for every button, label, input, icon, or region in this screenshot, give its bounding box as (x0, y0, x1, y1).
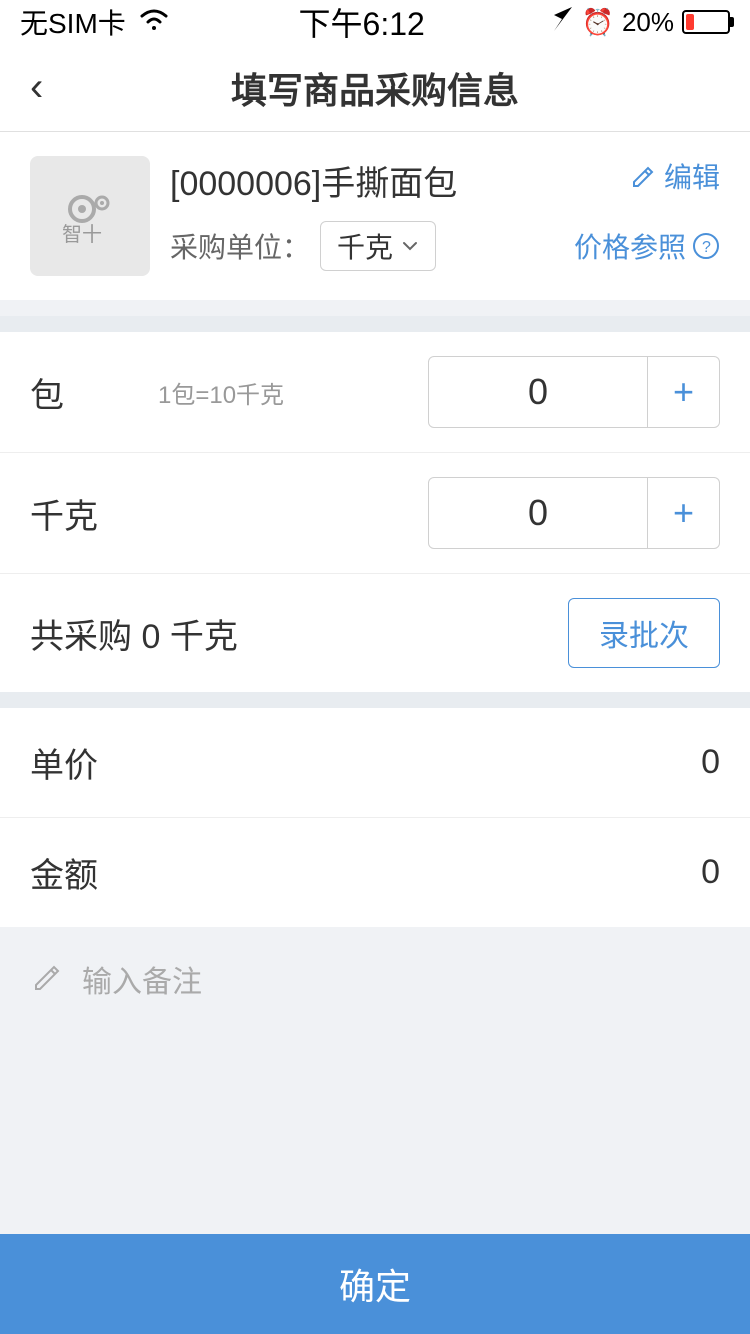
bag-hint: 1包=10千克 (158, 375, 284, 410)
product-card: 智十 [0000006]手撕面包 编辑 采购单位： 千克 (0, 132, 750, 300)
unit-price-value: 0 (701, 743, 720, 782)
batch-button[interactable]: 录批次 (568, 598, 720, 668)
unit-label: 采购单位： (170, 226, 310, 266)
summary-amount: 0 (141, 618, 160, 656)
bag-plus-button[interactable]: + (648, 356, 720, 428)
battery-icon (682, 10, 730, 34)
page-title: 填写商品采购信息 (231, 62, 519, 114)
bag-input-row: 包 1包=10千克 0 + (0, 332, 750, 453)
kg-section: 千克 0 + (0, 453, 750, 574)
location-icon (552, 5, 574, 40)
unit-price-row: 单价 0 (0, 708, 750, 818)
edit-button[interactable]: 编辑 (630, 156, 720, 196)
kg-input-control: 0 + (150, 477, 720, 549)
divider-1 (0, 316, 750, 332)
product-unit-row: 采购单位： 千克 价格参照 ? (170, 221, 720, 271)
carrier-text: 无SIM卡 (20, 2, 126, 42)
status-left: 无SIM卡 (20, 2, 172, 42)
unit-select[interactable]: 千克 (320, 221, 436, 271)
svg-text:智十: 智十 (62, 223, 102, 246)
status-bar: 无SIM卡 下午6:12 ⏰ 20% (0, 0, 750, 44)
product-image: 智十 (30, 156, 150, 276)
kg-label: 千克 (30, 489, 150, 538)
status-right: ⏰ 20% (552, 5, 730, 40)
pencil-icon (30, 957, 66, 993)
amount-label: 金额 (30, 848, 98, 897)
product-name: [0000006]手撕面包 (170, 156, 457, 205)
product-header: [0000006]手撕面包 编辑 (170, 156, 720, 205)
unit-selector-group: 采购单位： 千克 (170, 221, 436, 271)
bag-section: 包 1包=10千克 0 + (0, 332, 750, 453)
remark-area[interactable]: 输入备注 (0, 927, 750, 1127)
confirm-button[interactable]: 确定 (0, 1234, 750, 1334)
price-section: 单价 0 金额 0 (0, 708, 750, 927)
unit-price-label: 单价 (30, 738, 98, 787)
bag-label: 包 (30, 368, 150, 417)
summary-row: 共采购 0 千克 录批次 (0, 574, 750, 692)
battery-fill (686, 14, 694, 30)
product-info: [0000006]手撕面包 编辑 采购单位： 千克 价格 (170, 156, 720, 271)
kg-plus-button[interactable]: + (648, 477, 720, 549)
svg-text:?: ? (702, 239, 711, 256)
bottom-space (0, 1127, 750, 1227)
remark-placeholder: 输入备注 (82, 957, 202, 1001)
divider-2 (0, 692, 750, 708)
kg-input-row: 千克 0 + (0, 453, 750, 574)
bag-number-input[interactable]: 0 (428, 356, 648, 428)
kg-number-input[interactable]: 0 (428, 477, 648, 549)
amount-row: 金额 0 (0, 818, 750, 927)
summary-text: 共采购 0 千克 (30, 609, 238, 658)
time-text: 下午6:12 (299, 0, 425, 45)
bag-input-control: 0 + (284, 356, 720, 428)
back-button[interactable]: ‹ (30, 65, 43, 110)
price-ref-button[interactable]: 价格参照 ? (574, 226, 720, 266)
battery-percentage: 20% (622, 7, 674, 38)
alarm-icon: ⏰ (582, 7, 614, 38)
wifi-icon (136, 6, 172, 39)
nav-bar: ‹ 填写商品采购信息 (0, 44, 750, 132)
amount-value: 0 (701, 853, 720, 892)
